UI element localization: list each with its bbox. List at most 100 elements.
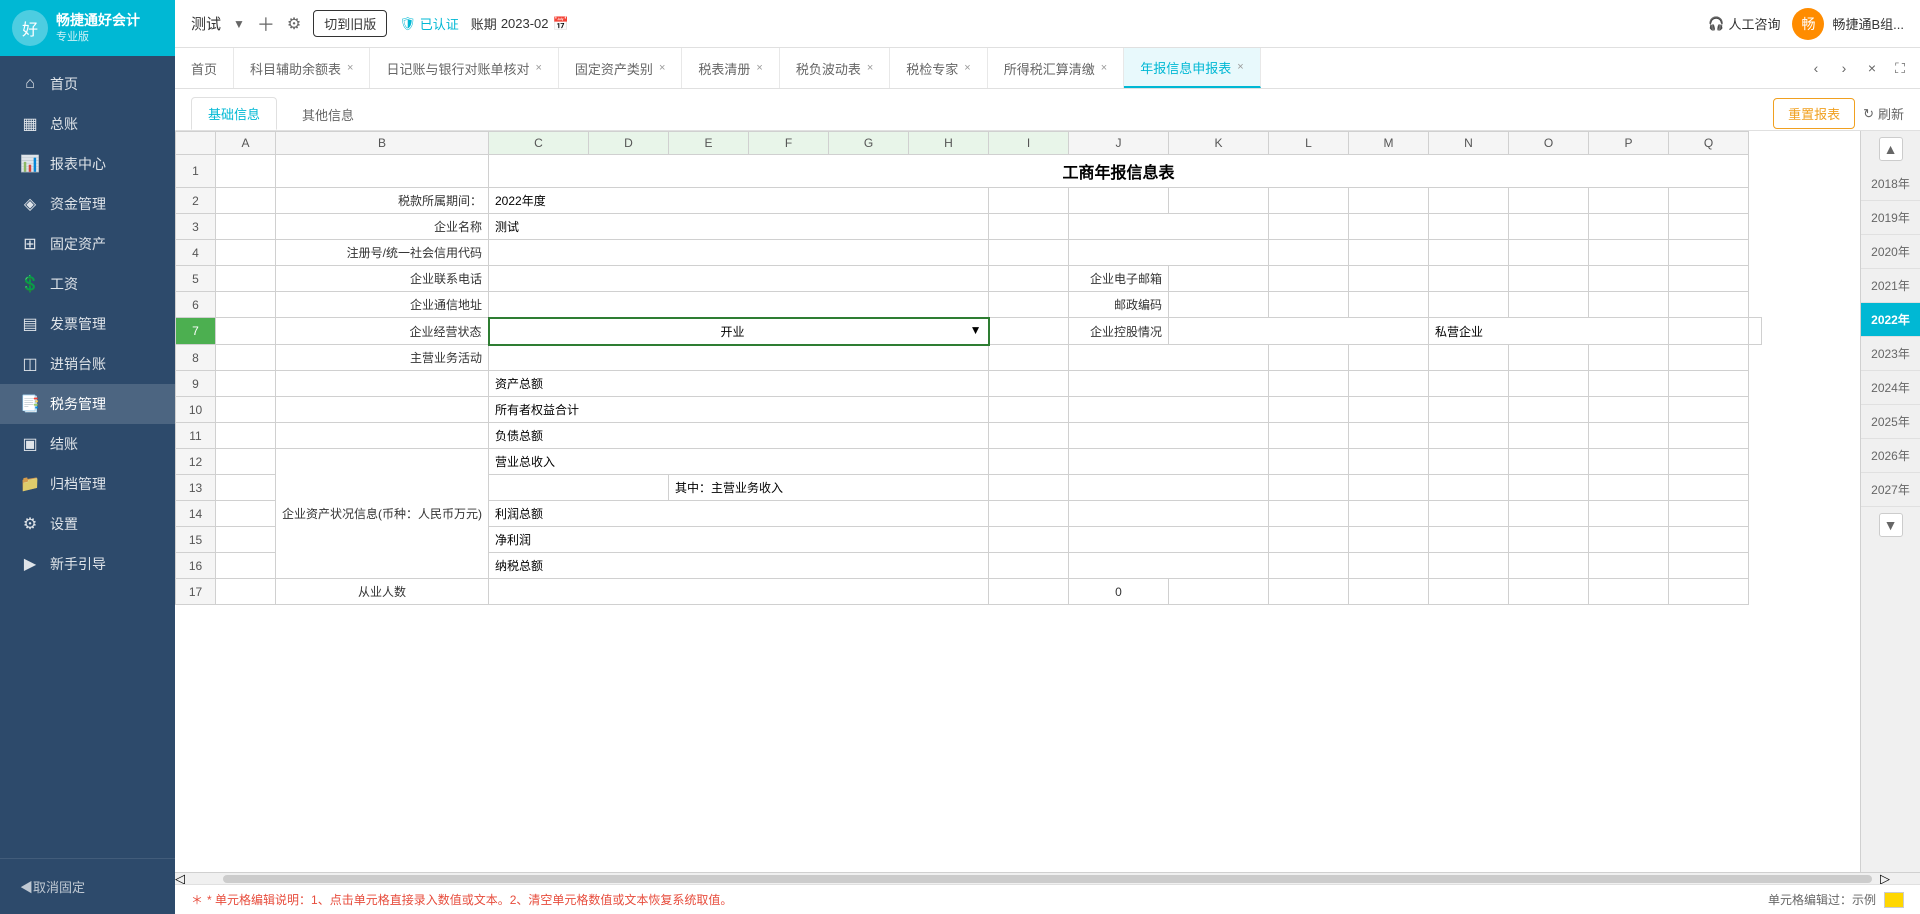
refresh-btn[interactable]: ↻ 刷新	[1863, 104, 1904, 123]
sidebar-item-wages[interactable]: 💲工资	[0, 264, 175, 304]
cell-5J[interactable]: 企业电子邮箱	[1069, 266, 1169, 292]
sidebar-item-home[interactable]: ⌂首页	[0, 64, 175, 104]
cell-13O[interactable]	[1509, 475, 1589, 501]
reset-report-btn[interactable]: 重置报表	[1773, 98, 1855, 129]
tab-close-btn[interactable]: ×	[867, 62, 873, 74]
cell-10N[interactable]	[1429, 397, 1509, 423]
cell-9L[interactable]	[1269, 371, 1349, 397]
row-header-7[interactable]: 7	[176, 318, 216, 345]
cell-15Q[interactable]	[1669, 527, 1749, 553]
cell-4O[interactable]	[1509, 240, 1589, 266]
row-header-14[interactable]: 14	[176, 501, 216, 527]
cell-7B[interactable]: 企业经营状态	[276, 318, 489, 345]
tab-close-btn[interactable]: ×	[1101, 62, 1107, 74]
cell-17B[interactable]: 从业人数	[276, 579, 489, 605]
cell-5Q[interactable]	[1669, 266, 1749, 292]
sidebar-item-settings[interactable]: ⚙设置	[0, 504, 175, 544]
cell-10P[interactable]	[1589, 397, 1669, 423]
col-header-Q[interactable]: Q	[1669, 132, 1749, 155]
cell-10Q[interactable]	[1669, 397, 1749, 423]
year-item-2025[interactable]: 2025年	[1861, 405, 1920, 439]
col-header-A[interactable]: A	[216, 132, 276, 155]
cell-6N[interactable]	[1429, 292, 1509, 318]
cell-6Q[interactable]	[1669, 292, 1749, 318]
cell-15M[interactable]	[1349, 527, 1429, 553]
cell-6K[interactable]	[1169, 292, 1269, 318]
cell-14Q[interactable]	[1669, 501, 1749, 527]
sidebar-pin-btn[interactable]: ◀取消固定	[0, 867, 175, 906]
col-header-N[interactable]: N	[1429, 132, 1509, 155]
cell-16P[interactable]	[1589, 553, 1669, 579]
row-header-13[interactable]: 13	[176, 475, 216, 501]
cell-13D[interactable]: 其中：主营业务收入	[669, 475, 989, 501]
cell-16J[interactable]	[1069, 553, 1269, 579]
cell-10C[interactable]: 所有者权益合计	[489, 397, 989, 423]
cell-13C[interactable]	[489, 475, 669, 501]
col-header-P[interactable]: P	[1589, 132, 1669, 155]
year-item-2026[interactable]: 2026年	[1861, 439, 1920, 473]
tab-scroll-left-btn[interactable]: ‹	[1804, 56, 1828, 80]
cell-4I[interactable]	[989, 240, 1069, 266]
cell-3O[interactable]	[1509, 214, 1589, 240]
tab-close-btn[interactable]: ×	[535, 62, 541, 74]
cell-11M[interactable]	[1349, 423, 1429, 449]
cell-15I[interactable]	[989, 527, 1069, 553]
cell-17A[interactable]	[216, 579, 276, 605]
switch-version-btn[interactable]: 切到旧版	[313, 10, 387, 37]
cell-6P[interactable]	[1589, 292, 1669, 318]
cell-2J[interactable]	[1069, 188, 1169, 214]
add-workspace-btn[interactable]: ＋	[257, 11, 275, 37]
cell-2B[interactable]: 税款所属期间：	[276, 188, 489, 214]
cell-7P[interactable]	[1669, 318, 1749, 345]
cell-9Q[interactable]	[1669, 371, 1749, 397]
year-scroll-up-btn[interactable]: ▲	[1879, 137, 1903, 161]
cell-12Q[interactable]	[1669, 449, 1749, 475]
cell-6J[interactable]: 邮政编码	[1069, 292, 1169, 318]
cell-9I[interactable]	[989, 371, 1069, 397]
row-header-5[interactable]: 5	[176, 266, 216, 292]
cell-14C[interactable]: 利润总额	[489, 501, 989, 527]
cell-8L[interactable]	[1269, 345, 1349, 371]
cell-3L[interactable]	[1269, 214, 1349, 240]
cell-10B[interactable]	[276, 397, 489, 423]
row-header-1[interactable]: 1	[176, 155, 216, 188]
tab-tax-inspection[interactable]: 税检专家 ×	[890, 48, 987, 88]
service-btn[interactable]: 🎧 人工咨询	[1708, 14, 1780, 33]
cell-11Q[interactable]	[1669, 423, 1749, 449]
col-header-F[interactable]: F	[749, 132, 829, 155]
cell-9N[interactable]	[1429, 371, 1509, 397]
cell-12A[interactable]	[216, 449, 276, 475]
year-item-2019[interactable]: 2019年	[1861, 201, 1920, 235]
tab-expand-btn[interactable]: ⛶	[1888, 56, 1912, 80]
cell-10L[interactable]	[1269, 397, 1349, 423]
cell-3A[interactable]	[216, 214, 276, 240]
row-header-6[interactable]: 6	[176, 292, 216, 318]
col-header-L[interactable]: L	[1269, 132, 1349, 155]
cell-2N[interactable]	[1429, 188, 1509, 214]
cell-13N[interactable]	[1429, 475, 1509, 501]
cell-3J[interactable]	[1069, 214, 1269, 240]
row-header-8[interactable]: 8	[176, 345, 216, 371]
sidebar-item-archive[interactable]: 📁归档管理	[0, 464, 175, 504]
cell-5O[interactable]	[1509, 266, 1589, 292]
cell-14M[interactable]	[1349, 501, 1429, 527]
row-header-4[interactable]: 4	[176, 240, 216, 266]
year-item-2020[interactable]: 2020年	[1861, 235, 1920, 269]
cell-5A[interactable]	[216, 266, 276, 292]
cell-9A[interactable]	[216, 371, 276, 397]
cell-4A[interactable]	[216, 240, 276, 266]
cell-11B[interactable]	[276, 423, 489, 449]
col-header-O[interactable]: O	[1509, 132, 1589, 155]
cell-8P[interactable]	[1589, 345, 1669, 371]
cell-12O[interactable]	[1509, 449, 1589, 475]
tab-close-btn[interactable]: ×	[756, 62, 762, 74]
cell-12J[interactable]	[1069, 449, 1269, 475]
col-header-G[interactable]: G	[829, 132, 909, 155]
cell-6M[interactable]	[1349, 292, 1429, 318]
cell-14O[interactable]	[1509, 501, 1589, 527]
cell-14N[interactable]	[1429, 501, 1509, 527]
cell-3M[interactable]	[1349, 214, 1429, 240]
row-header-12[interactable]: 12	[176, 449, 216, 475]
cell-12L[interactable]	[1269, 449, 1349, 475]
tab-bank-reconcile[interactable]: 日记账与银行对账单核对 ×	[370, 48, 558, 88]
